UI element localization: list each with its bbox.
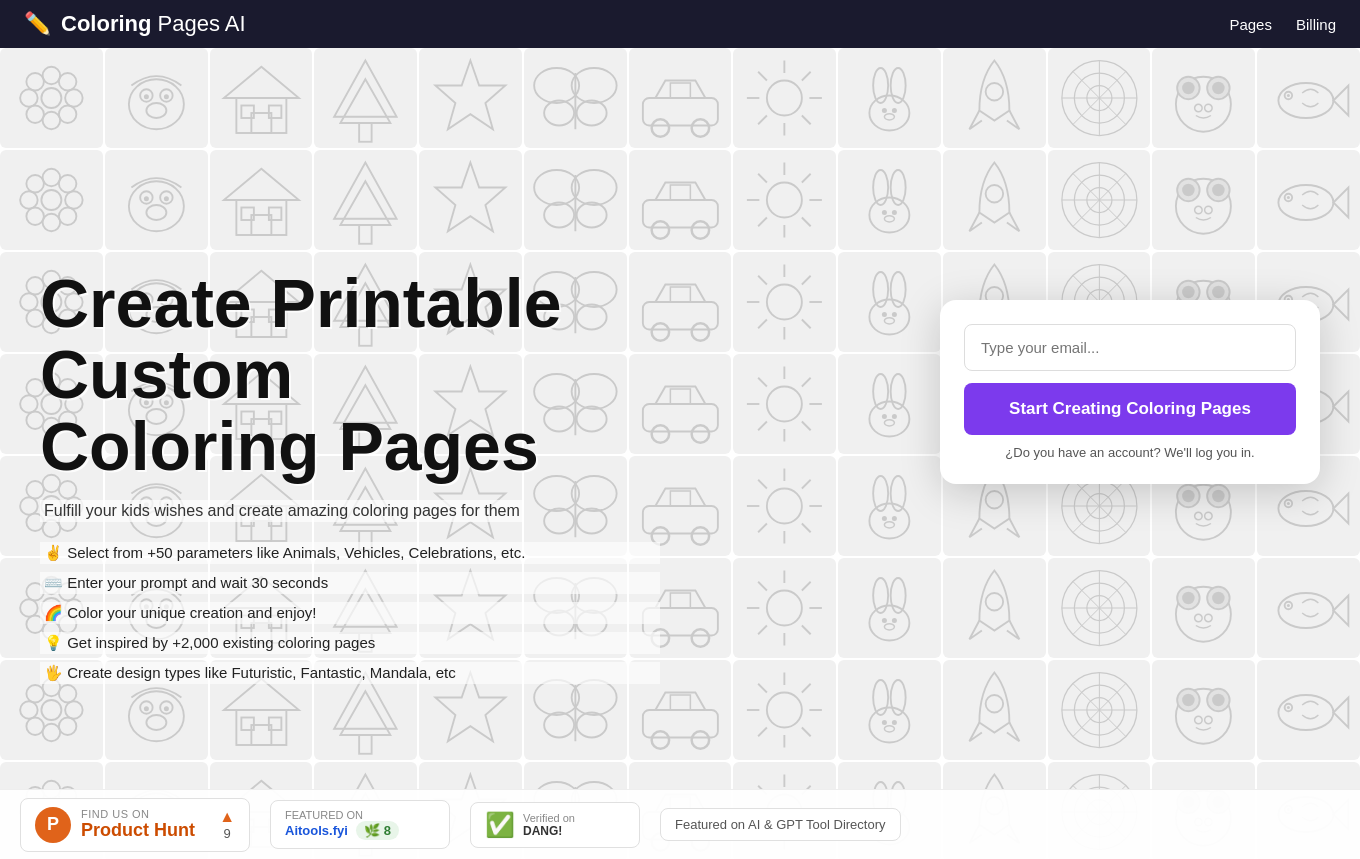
product-hunt-icon: P (35, 807, 71, 843)
nav-pages-link[interactable]: Pages (1229, 16, 1272, 33)
feature-3: 🌈 Color your unique creation and enjoy! (40, 602, 660, 624)
dang-text-block: Verified on DANG! (523, 812, 575, 838)
ph-count: 9 (223, 826, 230, 841)
product-hunt-text: FIND US ON Product Hunt (81, 808, 195, 841)
aitools-content: Featured On Aitools.fyi 🌿 8 (285, 809, 399, 840)
dang-name: DANG! (523, 824, 575, 838)
dang-badge[interactable]: ✅ Verified on DANG! (470, 802, 640, 848)
ph-name-text: Product Hunt (81, 820, 195, 841)
leaf-icon: 🌿 (364, 823, 380, 838)
nav-billing-link[interactable]: Billing (1296, 16, 1336, 33)
aitools-badge[interactable]: Featured On Aitools.fyi 🌿 8 (270, 800, 450, 849)
dang-verified-label: Verified on (523, 812, 575, 824)
ph-find-text: FIND US ON (81, 808, 195, 820)
aitools-count: 🌿 8 (356, 821, 399, 840)
ph-upvote: ▲ 9 (219, 808, 235, 841)
aitools-logo: Aitools.fyi (285, 823, 348, 838)
email-input[interactable] (964, 324, 1296, 371)
dang-icon: ✅ (485, 811, 515, 839)
aitools-featured-label: Featured On (285, 809, 399, 821)
logo-icon: ✏️ (24, 11, 51, 37)
hero-title: Create Printable Custom Coloring Pages (40, 268, 660, 482)
start-creating-button[interactable]: Start Creating Coloring Pages (964, 383, 1296, 435)
nav-links: Pages Billing (1229, 16, 1336, 33)
product-hunt-badge[interactable]: P FIND US ON Product Hunt ▲ 9 (20, 798, 250, 852)
hero-features: ✌️ Select from +50 parameters like Anima… (40, 542, 660, 684)
ph-arrow-icon: ▲ (219, 808, 235, 826)
cta-subtext: ¿Do you have an account? We'll log you i… (964, 445, 1296, 460)
cta-card: Start Creating Coloring Pages ¿Do you ha… (940, 300, 1320, 484)
feature-5: 🖐️ Create design types like Futuristic, … (40, 662, 660, 684)
bottom-bar: P FIND US ON Product Hunt ▲ 9 Featured O… (0, 789, 1360, 859)
feature-2: ⌨️ Enter your prompt and wait 30 seconds (40, 572, 660, 594)
navbar: ✏️ Coloring Pages AI Pages Billing (0, 0, 1360, 48)
aigpt-label: Featured on AI & GPT Tool Directory (675, 817, 886, 832)
aigpt-badge[interactable]: Featured on AI & GPT Tool Directory (660, 808, 901, 841)
hero-section: Create Printable Custom Coloring Pages F… (0, 268, 700, 692)
brand: ✏️ Coloring Pages AI (24, 11, 246, 37)
site-title: Coloring Pages AI (61, 11, 246, 37)
feature-4: 💡 Get inspired by +2,000 existing colori… (40, 632, 660, 654)
feature-1: ✌️ Select from +50 parameters like Anima… (40, 542, 660, 564)
hero-subtitle: Fulfill your kids wishes and create amaz… (40, 500, 524, 522)
